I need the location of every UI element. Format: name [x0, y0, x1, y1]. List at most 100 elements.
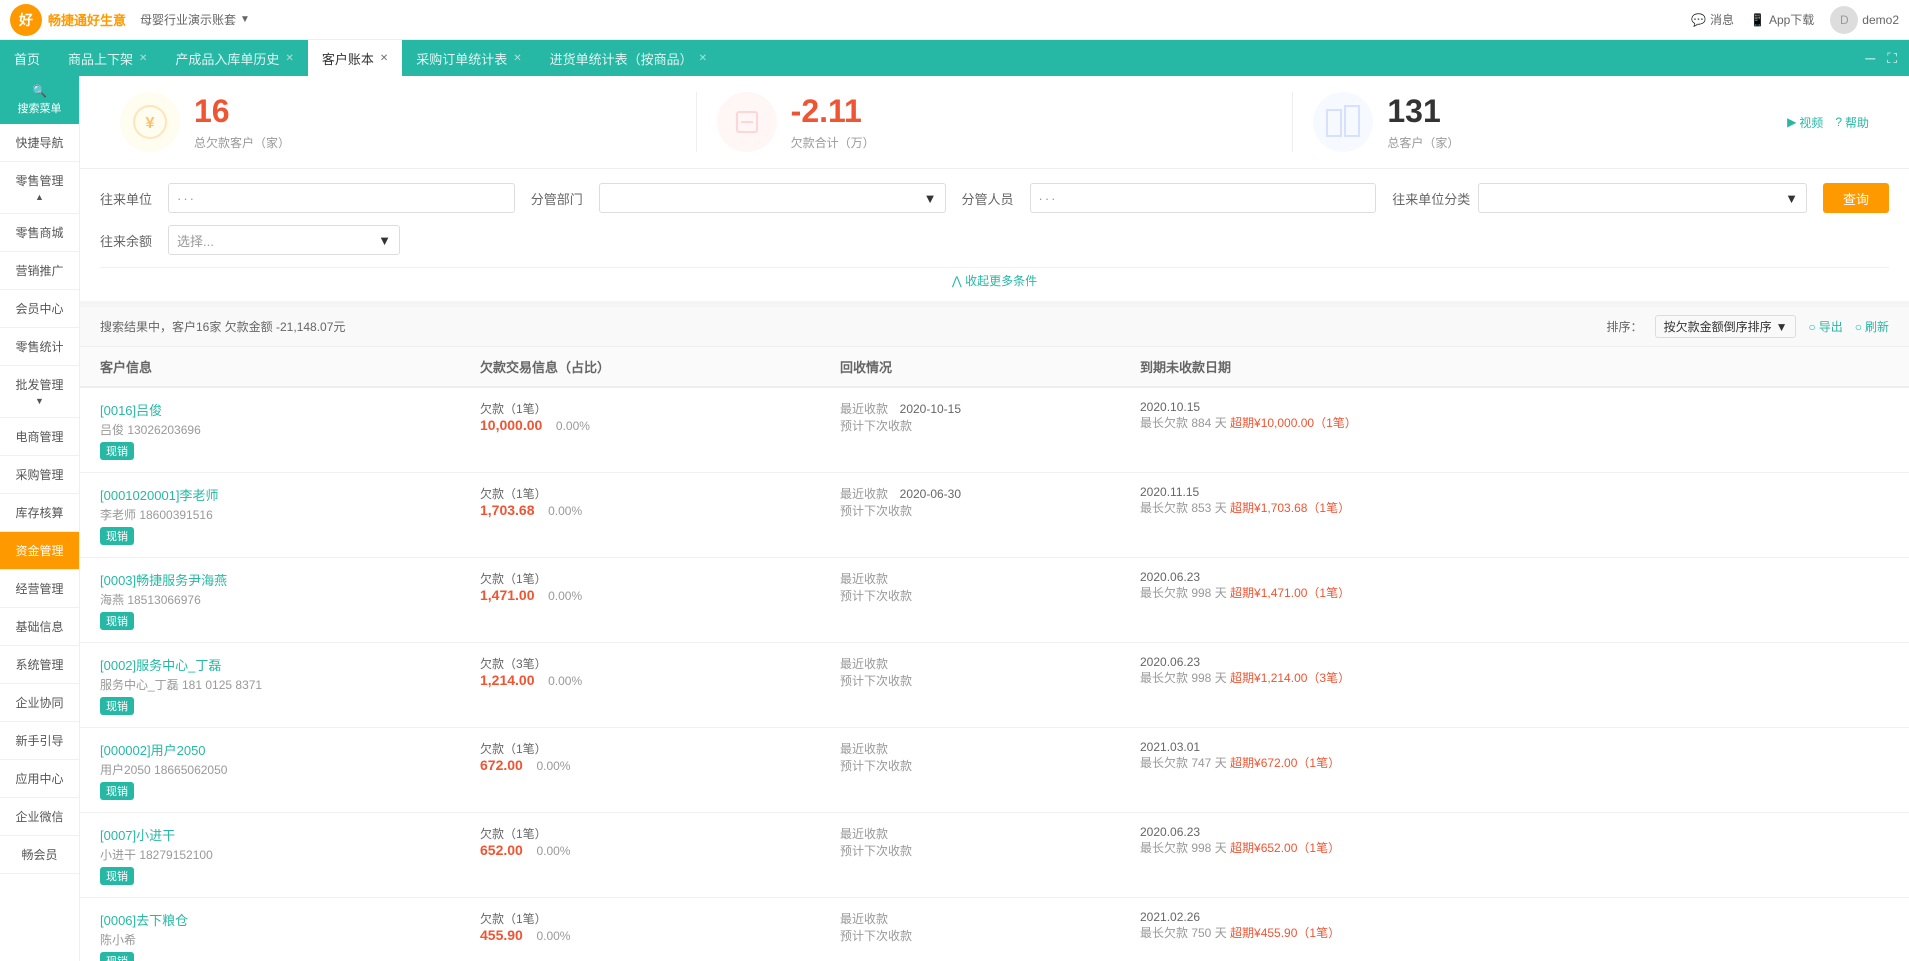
- due-date-cell: 2020.10.15 最长欠款 884 天 超期¥10,000.00（1笔）: [1140, 400, 1889, 431]
- sidebar-item-corp-wechat[interactable]: 企业微信: [0, 798, 79, 836]
- debt-amount[interactable]: 455.90: [480, 927, 523, 943]
- sidebar-item-newbie[interactable]: 新手引导: [0, 722, 79, 760]
- debt-ratio: 0.00%: [536, 929, 570, 943]
- customer-name[interactable]: [0002]服务中心_丁磊: [100, 658, 221, 673]
- sidebar-item-purchase-mgmt[interactable]: 采购管理: [0, 456, 79, 494]
- debt-info-cell: 欠款（1笔） 1,703.68 0.00%: [480, 485, 840, 518]
- sidebar-item-batch-mgmt[interactable]: 批发管理 ▼: [0, 366, 79, 418]
- recent-label: 最近收款: [840, 487, 888, 501]
- sidebar-item-basic-info[interactable]: 基础信息: [0, 608, 79, 646]
- close-icon[interactable]: ✕: [380, 53, 388, 64]
- overdue-amount[interactable]: 超期¥672.00（1笔）: [1230, 756, 1340, 770]
- overdue-amount[interactable]: 超期¥10,000.00（1笔）: [1230, 416, 1357, 430]
- chevron-down-icon: ▼: [35, 396, 44, 406]
- close-icon[interactable]: ✕: [513, 53, 521, 64]
- due-date: 2020.10.15: [1140, 400, 1889, 414]
- close-icon[interactable]: ✕: [139, 53, 147, 64]
- overdue-amount[interactable]: 超期¥1,214.00（3笔）: [1230, 671, 1350, 685]
- sidebar-item-enterprise[interactable]: 企业协同: [0, 684, 79, 722]
- tab-product-shelf[interactable]: 商品上下架 ✕: [54, 40, 161, 76]
- help-icon: ?: [1835, 115, 1842, 129]
- manager-input[interactable]: ···: [1030, 183, 1377, 213]
- sidebar-item-member-center[interactable]: 会员中心: [0, 290, 79, 328]
- tab-import-stats[interactable]: 进货单统计表（按商品） ✕: [536, 40, 721, 76]
- overdue-amount[interactable]: 超期¥652.00（1笔）: [1230, 841, 1340, 855]
- user-menu[interactable]: D demo2: [1830, 6, 1899, 34]
- stat-value-customers: 16 总欠款客户（家）: [194, 93, 290, 151]
- customer-name[interactable]: [0016]吕俊: [100, 403, 162, 418]
- close-icon[interactable]: ✕: [699, 53, 707, 64]
- stat-value-total: 131 总客户（家）: [1387, 93, 1459, 151]
- debt-info-cell: 欠款（1笔） 672.00 0.00%: [480, 740, 840, 773]
- unit-class-select[interactable]: ▼: [1478, 183, 1807, 213]
- minimize-btn[interactable]: ─: [1861, 48, 1879, 68]
- sidebar-item-retail-stats[interactable]: 零售统计: [0, 328, 79, 366]
- customer-name[interactable]: [0006]去下粮仓: [100, 913, 188, 928]
- return-status-cell: 最近收款 预计下次收款: [840, 655, 1140, 689]
- overdue-amount[interactable]: 超期¥1,703.68（1笔）: [1230, 501, 1350, 515]
- debt-amount[interactable]: 10,000.00: [480, 417, 542, 433]
- customer-info-cell: [0001020001]李老师 李老师 18600391516 现销: [100, 485, 480, 545]
- sidebar-item-app-center[interactable]: 应用中心: [0, 760, 79, 798]
- customer-name[interactable]: [0007]小进干: [100, 828, 175, 843]
- debt-amount[interactable]: 672.00: [480, 757, 523, 773]
- sidebar-item-finance[interactable]: 资金管理: [0, 532, 79, 570]
- debt-amount[interactable]: 1,471.00: [480, 587, 535, 603]
- search-button[interactable]: 查询: [1823, 183, 1889, 213]
- customer-contact: 服务中心_丁磊 181 0125 8371: [100, 676, 480, 693]
- chevron-down-icon: ▼: [924, 191, 937, 206]
- sidebar-item-ops[interactable]: 经营管理: [0, 570, 79, 608]
- sidebar-item-system[interactable]: 系统管理: [0, 646, 79, 684]
- overdue-amount[interactable]: 超期¥1,471.00（1笔）: [1230, 586, 1350, 600]
- sidebar-item-quick-nav[interactable]: 快捷导航: [0, 124, 79, 162]
- company-selector[interactable]: 母婴行业演示账套 ▼: [140, 11, 250, 28]
- customer-name[interactable]: [0003]畅捷服务尹海燕: [100, 573, 227, 588]
- export-btn[interactable]: ○ 导出: [1808, 318, 1842, 335]
- debt-amount[interactable]: 1,703.68: [480, 502, 535, 518]
- app-download-btn[interactable]: 📱 App下载: [1750, 11, 1814, 28]
- customer-tag: 现销: [100, 612, 134, 630]
- close-icon[interactable]: ✕: [285, 53, 293, 64]
- video-btn[interactable]: ▶ 视频: [1787, 114, 1823, 131]
- debt-amount[interactable]: 652.00: [480, 842, 523, 858]
- col-return-status: 回收情况: [840, 357, 1140, 376]
- debt-info-cell: 欠款（3笔） 1,214.00 0.00%: [480, 655, 840, 688]
- sidebar-item-retail-mgmt[interactable]: 零售管理 ▲: [0, 162, 79, 214]
- avatar: D: [1830, 6, 1858, 34]
- message-btn[interactable]: 💬 消息: [1691, 11, 1734, 28]
- sidebar-item-member-vip[interactable]: 畅会员: [0, 836, 79, 874]
- table-row: [0016]吕俊 吕俊 13026203696 现销 欠款（1笔） 10,000…: [80, 388, 1909, 473]
- customer-contact: 小进干 18279152100: [100, 846, 480, 863]
- tab-product-history[interactable]: 产成品入库单历史 ✕: [161, 40, 307, 76]
- customer-contact: 海燕 18513066976: [100, 591, 480, 608]
- sidebar-item-retail-mall[interactable]: 零售商城: [0, 214, 79, 252]
- refresh-btn[interactable]: ○ 刷新: [1855, 318, 1889, 335]
- customer-info-cell: [0003]畅捷服务尹海燕 海燕 18513066976 现销: [100, 570, 480, 630]
- dept-select[interactable]: ▼: [599, 183, 946, 213]
- logo-icon: 好: [10, 4, 42, 36]
- balance-select[interactable]: 选择... ▼: [168, 225, 400, 255]
- sidebar-item-ecommerce[interactable]: 电商管理: [0, 418, 79, 456]
- customer-contact: 用户2050 18665062050: [100, 761, 480, 778]
- tab-purchase-stats[interactable]: 采购订单统计表 ✕: [402, 40, 535, 76]
- debt-count: 欠款（1笔）: [480, 740, 840, 757]
- tab-customer-account[interactable]: 客户账本 ✕: [308, 40, 402, 76]
- data-table: 客户信息 欠款交易信息（占比） 回收情况 到期未收款日期 [0016]吕俊 吕俊…: [80, 347, 1909, 961]
- sort-select[interactable]: 按欠款金额倒序排序 ▼: [1655, 315, 1797, 338]
- collapse-more-btn[interactable]: ⋀ 收起更多条件: [100, 267, 1889, 293]
- table-body: [0016]吕俊 吕俊 13026203696 现销 欠款（1笔） 10,000…: [80, 388, 1909, 961]
- filter-source-unit: 往来单位 ···: [100, 183, 515, 213]
- return-status-cell: 最近收款 2020-06-30 预计下次收款: [840, 485, 1140, 519]
- tab-home[interactable]: 首页: [0, 40, 54, 76]
- overdue-amount[interactable]: 超期¥455.90（1笔）: [1230, 926, 1340, 940]
- customer-info-cell: [0006]去下粮仓 陈小希 现销: [100, 910, 480, 961]
- source-unit-input[interactable]: ···: [168, 183, 515, 213]
- sidebar-item-marketing[interactable]: 营销推广: [0, 252, 79, 290]
- sidebar-search[interactable]: 🔍 搜索菜单: [0, 76, 79, 124]
- help-btn[interactable]: ? 帮助: [1835, 114, 1869, 131]
- sidebar-item-inventory[interactable]: 库存核算: [0, 494, 79, 532]
- debt-amount[interactable]: 1,214.00: [480, 672, 535, 688]
- customer-name[interactable]: [0001020001]李老师: [100, 488, 219, 503]
- maximize-btn[interactable]: ⛶: [1883, 48, 1901, 69]
- customer-name[interactable]: [000002]用户2050: [100, 743, 206, 758]
